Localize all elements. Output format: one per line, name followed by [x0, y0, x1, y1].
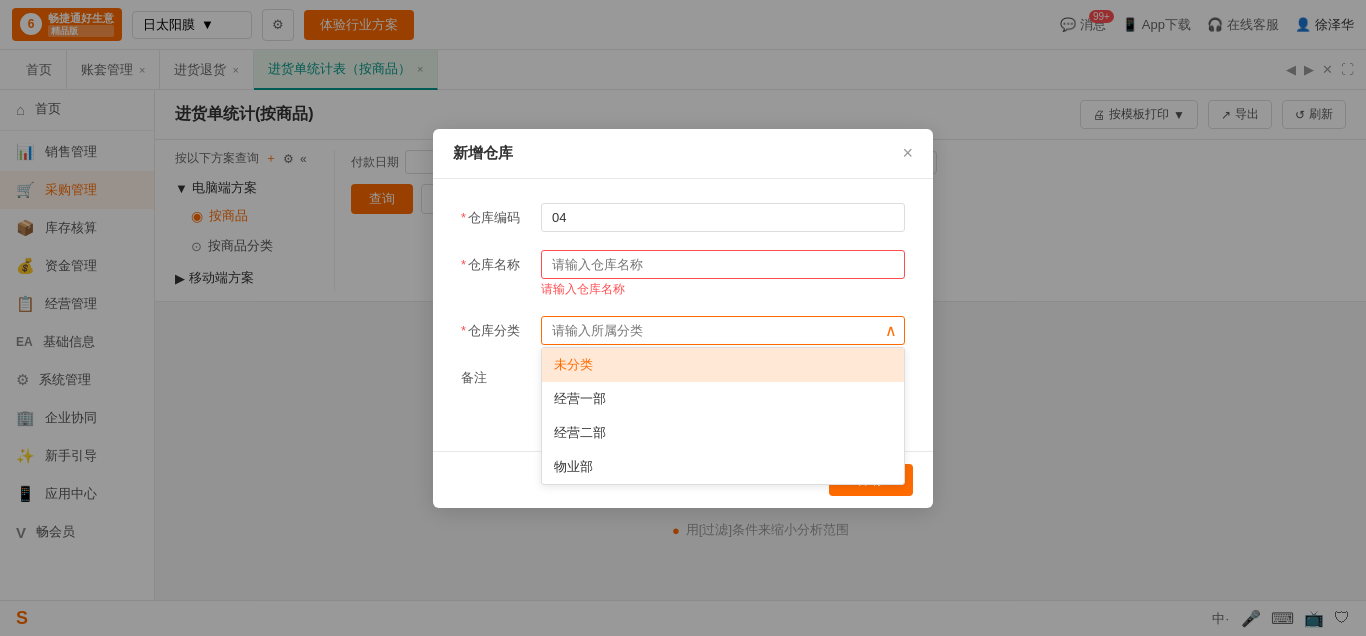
- dialog-header: 新增仓库 ×: [433, 129, 933, 179]
- code-input-wrap: [541, 203, 905, 232]
- category-dropdown: 未分类 经营一部 经营二部 物业部: [541, 347, 905, 485]
- dropdown-item-property[interactable]: 物业部: [542, 450, 904, 484]
- category-input[interactable]: [541, 316, 905, 345]
- name-row: * 仓库名称 请输入仓库名称: [461, 250, 905, 298]
- code-field: * 仓库编码: [461, 203, 905, 232]
- add-warehouse-dialog: 新增仓库 × * 仓库编码 *: [433, 129, 933, 508]
- name-input-wrap: 请输入仓库名称: [541, 250, 905, 298]
- category-required-marker: *: [461, 323, 466, 338]
- category-row: * 仓库分类 ∧ 未分类 经营一部 经营二部 物业部: [461, 316, 905, 345]
- dropdown-item-uncategorized[interactable]: 未分类: [542, 348, 904, 382]
- category-label: * 仓库分类: [461, 316, 541, 340]
- dialog-close-button[interactable]: ×: [902, 143, 913, 164]
- name-required-marker: *: [461, 257, 466, 272]
- name-field: * 仓库名称 请输入仓库名称: [461, 250, 905, 298]
- code-label: * 仓库编码: [461, 203, 541, 227]
- dropdown-item-dept1[interactable]: 经营一部: [542, 382, 904, 416]
- modal-overlay[interactable]: 新增仓库 × * 仓库编码 *: [0, 0, 1366, 636]
- category-arrow-icon[interactable]: ∧: [885, 321, 897, 340]
- notes-label: 备注: [461, 363, 541, 387]
- dialog-body: * 仓库编码 * 仓库名称 请输入仓库名: [433, 179, 933, 451]
- category-input-wrap: ∧ 未分类 经营一部 经营二部 物业部: [541, 316, 905, 345]
- code-row: * 仓库编码: [461, 203, 905, 232]
- dropdown-item-dept2[interactable]: 经营二部: [542, 416, 904, 450]
- name-input[interactable]: [541, 250, 905, 279]
- name-error-message: 请输入仓库名称: [541, 281, 905, 298]
- code-required-marker: *: [461, 210, 466, 225]
- dialog-title: 新增仓库: [453, 144, 513, 163]
- name-label: * 仓库名称: [461, 250, 541, 274]
- category-field: * 仓库分类 ∧ 未分类 经营一部 经营二部 物业部: [461, 316, 905, 345]
- code-input[interactable]: [541, 203, 905, 232]
